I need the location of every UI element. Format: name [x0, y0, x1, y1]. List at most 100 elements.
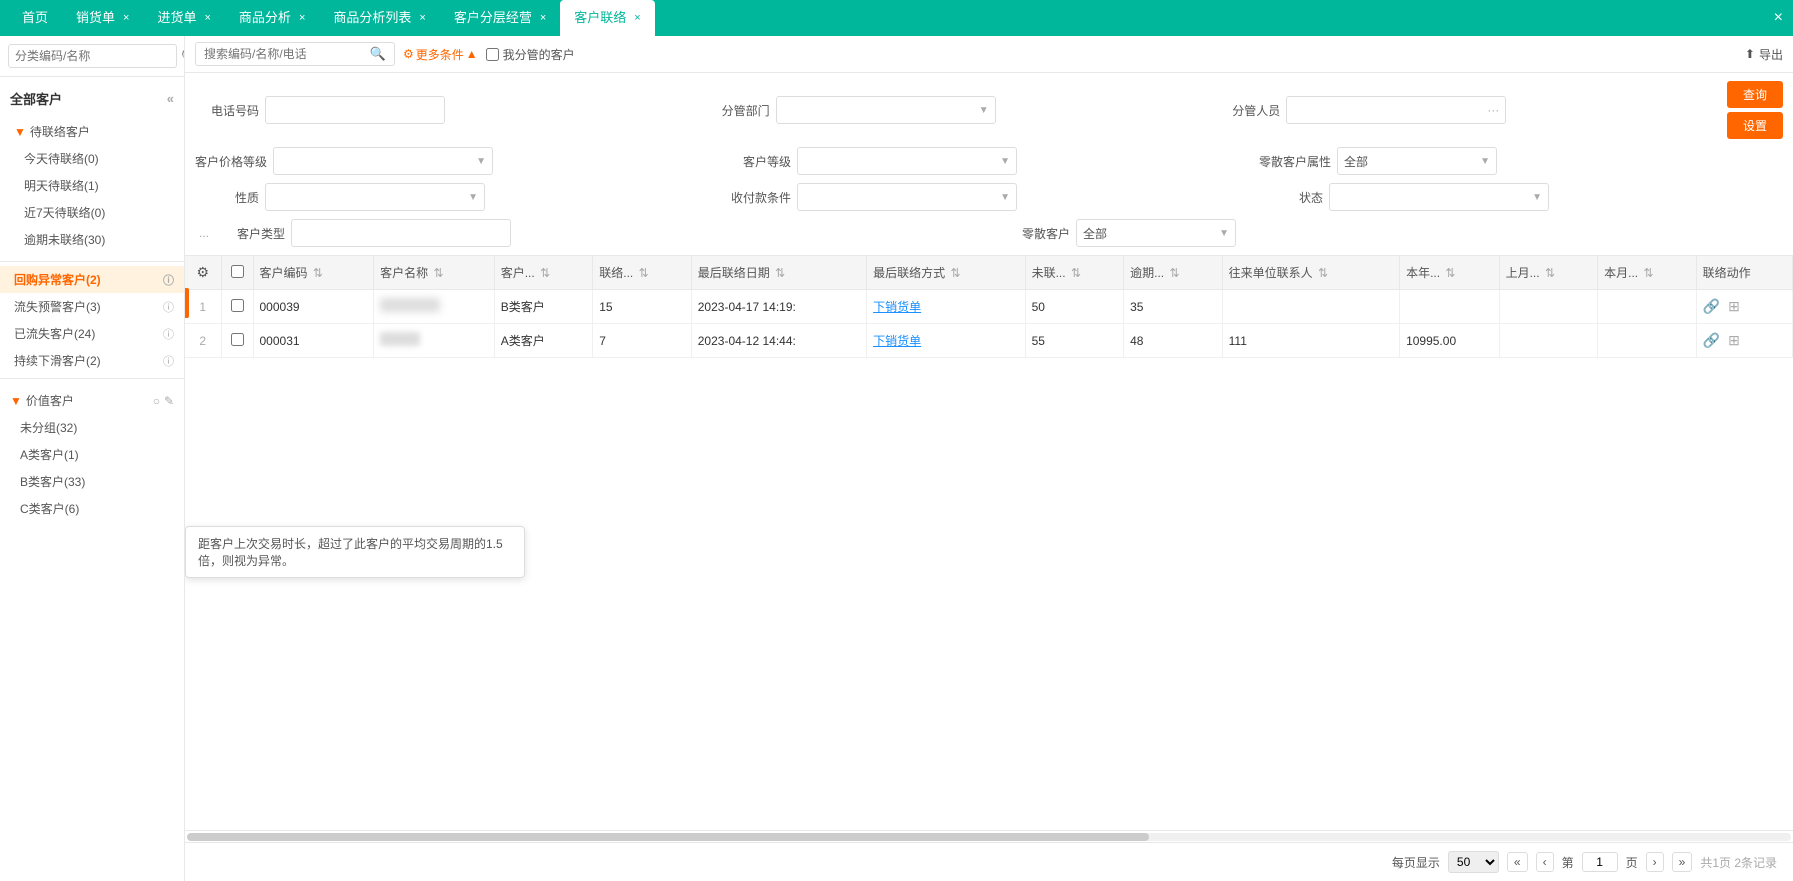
- sidebar-item-class-c[interactable]: C类客户(6): [0, 495, 184, 522]
- col-name[interactable]: 客户名称 ⇅: [374, 256, 495, 290]
- sidebar-item-tomorrow[interactable]: 明天待联络(1): [0, 172, 184, 199]
- sidebar-all-customers[interactable]: 全部客户 «: [0, 83, 184, 114]
- scroll-track[interactable]: [187, 833, 1791, 841]
- col-contacts[interactable]: 往来单位联系人 ⇅: [1222, 256, 1399, 290]
- col-contacts-sort[interactable]: ⇅: [1318, 266, 1328, 280]
- filter-price-select[interactable]: ▼: [273, 147, 493, 175]
- value-circle-icon[interactable]: ○: [153, 394, 160, 408]
- col-overdue-sort[interactable]: ⇅: [1169, 266, 1179, 280]
- sidebar-item-unclassified[interactable]: 未分组(32): [0, 414, 184, 441]
- col-this-year[interactable]: 本年... ⇅: [1400, 256, 1500, 290]
- filter-phone-input[interactable]: [265, 96, 445, 124]
- nav-customer-contact[interactable]: 客户联络 ×: [560, 0, 654, 36]
- next-page-btn[interactable]: ›: [1646, 852, 1664, 872]
- col-last-month-sort[interactable]: ⇅: [1545, 266, 1555, 280]
- filter-payment-select[interactable]: ▼: [797, 183, 1017, 211]
- sidebar-item-7days[interactable]: 近7天待联络(0): [0, 199, 184, 226]
- sidebar-item-lost-preview[interactable]: 流失预警客户(3) ⓘ: [0, 293, 184, 320]
- filter-dots[interactable]: ...: [195, 226, 213, 240]
- col-not-contacted-sort[interactable]: ⇅: [1071, 266, 1081, 280]
- horizontal-scrollbar[interactable]: [185, 830, 1793, 842]
- col-name-sort[interactable]: ⇅: [433, 266, 443, 280]
- nav-sales[interactable]: 销货单 ×: [62, 0, 143, 36]
- col-this-month[interactable]: 本月... ⇅: [1598, 256, 1697, 290]
- prev-page-btn[interactable]: ‹: [1536, 852, 1554, 872]
- filter-cust-type-select[interactable]: [291, 219, 511, 247]
- col-code-sort[interactable]: ⇅: [313, 266, 323, 280]
- nav-customer-segment[interactable]: 客户分层经营 ×: [440, 0, 560, 36]
- col-last-date-sort[interactable]: ⇅: [775, 266, 785, 280]
- col-cust-type-sort[interactable]: ⇅: [540, 266, 550, 280]
- sidebar-item-already-lost[interactable]: 已流失客户(24) ⓘ: [0, 320, 184, 347]
- sidebar-item-overdue[interactable]: 逾期未联络(30): [0, 226, 184, 253]
- first-page-btn[interactable]: «: [1507, 852, 1528, 872]
- nav-customer-segment-close[interactable]: ×: [540, 0, 546, 36]
- value-edit-icon[interactable]: ✎: [164, 394, 174, 408]
- col-this-year-sort[interactable]: ⇅: [1445, 266, 1455, 280]
- col-contact-count-sort[interactable]: ⇅: [639, 266, 649, 280]
- nav-purchase-close[interactable]: ×: [204, 0, 210, 36]
- sidebar-collapse-icon[interactable]: «: [167, 91, 174, 106]
- filter-retail-cust-select[interactable]: 全部 ▼: [1076, 219, 1236, 247]
- row2-method-link[interactable]: 下销货单: [873, 334, 921, 348]
- nav-product-analysis-close[interactable]: ×: [299, 0, 305, 36]
- last-page-btn[interactable]: »: [1672, 852, 1693, 872]
- sidebar-item-repurchase[interactable]: 回购异常客户(2) ⓘ: [0, 266, 184, 293]
- row2-checkbox[interactable]: [231, 333, 244, 346]
- row2-last-method[interactable]: 下销货单: [867, 324, 1026, 358]
- row2-link-icon[interactable]: 🔗: [1703, 332, 1720, 349]
- my-customers-checkbox[interactable]: [486, 48, 499, 61]
- row2-grid-icon[interactable]: ⊞: [1728, 332, 1740, 349]
- filter-status-select[interactable]: ▼: [1329, 183, 1549, 211]
- filter-search-icon[interactable]: 🔍: [370, 46, 386, 62]
- sidebar-item-class-b[interactable]: B类客户(33): [0, 468, 184, 495]
- sidebar-item-today[interactable]: 今天待联络(0): [0, 145, 184, 172]
- nav-product-list-close[interactable]: ×: [419, 0, 425, 36]
- sidebar-search-input[interactable]: [8, 44, 177, 68]
- filter-retail-attr-select[interactable]: 全部 ▼: [1337, 147, 1497, 175]
- settings-button[interactable]: 设置: [1727, 112, 1783, 139]
- col-cust-type[interactable]: 客户... ⇅: [494, 256, 593, 290]
- row1-grid-icon[interactable]: ⊞: [1728, 298, 1740, 315]
- nav-customer-contact-close[interactable]: ×: [634, 0, 640, 36]
- col-last-month[interactable]: 上月... ⇅: [1499, 256, 1598, 290]
- filter-cust-level-select[interactable]: ▼: [797, 147, 1017, 175]
- col-code[interactable]: 客户编码 ⇅: [253, 256, 374, 290]
- col-not-contacted[interactable]: 未联... ⇅: [1025, 256, 1124, 290]
- col-last-date[interactable]: 最后联络日期 ⇅: [691, 256, 866, 290]
- col-overdue[interactable]: 逾期... ⇅: [1124, 256, 1223, 290]
- more-conditions-btn[interactable]: ⚙ 更多条件 ▲: [403, 46, 478, 63]
- row1-checkbox[interactable]: [231, 299, 244, 312]
- filter-gender-select[interactable]: ▼: [265, 183, 485, 211]
- nav-product-analysis[interactable]: 商品分析 ×: [225, 0, 319, 36]
- per-page-select[interactable]: 50 20 100: [1448, 851, 1499, 873]
- col-settings-icon[interactable]: ⚙: [192, 260, 213, 284]
- export-btn[interactable]: ⬆ 导出: [1745, 46, 1783, 63]
- row1-link-icon[interactable]: 🔗: [1703, 298, 1720, 315]
- nav-product-list[interactable]: 商品分析列表 ×: [319, 0, 439, 36]
- sidebar-item-declining[interactable]: 持续下滑客户(2) ⓘ: [0, 347, 184, 374]
- nav-purchase[interactable]: 进货单 ×: [143, 0, 224, 36]
- sidebar-item-class-a[interactable]: A类客户(1): [0, 441, 184, 468]
- col-last-method[interactable]: 最后联络方式 ⇅: [867, 256, 1026, 290]
- filter-mgr-dots[interactable]: ···: [1487, 103, 1499, 117]
- sidebar-value-title[interactable]: ▼ 价值客户 ○ ✎: [0, 387, 184, 414]
- select-all-checkbox[interactable]: [231, 265, 244, 278]
- filter-search-input[interactable]: [204, 47, 366, 61]
- row1-method-link[interactable]: 下销货单: [873, 300, 921, 314]
- nav-sales-close[interactable]: ×: [123, 0, 129, 36]
- filter-payment-label: 收付款条件: [727, 189, 797, 206]
- col-this-month-sort[interactable]: ⇅: [1643, 266, 1653, 280]
- scroll-thumb[interactable]: [187, 833, 1149, 841]
- page-input[interactable]: [1582, 852, 1618, 872]
- row1-last-method[interactable]: 下销货单: [867, 290, 1026, 324]
- nav-home[interactable]: 首页: [8, 0, 62, 36]
- nav-close-all-btn[interactable]: ×: [1774, 9, 1783, 27]
- filter-dept-select[interactable]: ▼: [776, 96, 996, 124]
- col-last-method-sort[interactable]: ⇅: [950, 266, 960, 280]
- sidebar-unclassified-label: 未分组(32): [20, 421, 77, 435]
- query-button[interactable]: 查询: [1727, 81, 1783, 108]
- col-contact-count[interactable]: 联络... ⇅: [593, 256, 692, 290]
- sidebar-pending-title[interactable]: ▼ 待联络客户: [0, 118, 184, 145]
- filter-mgr-select[interactable]: ···: [1286, 96, 1506, 124]
